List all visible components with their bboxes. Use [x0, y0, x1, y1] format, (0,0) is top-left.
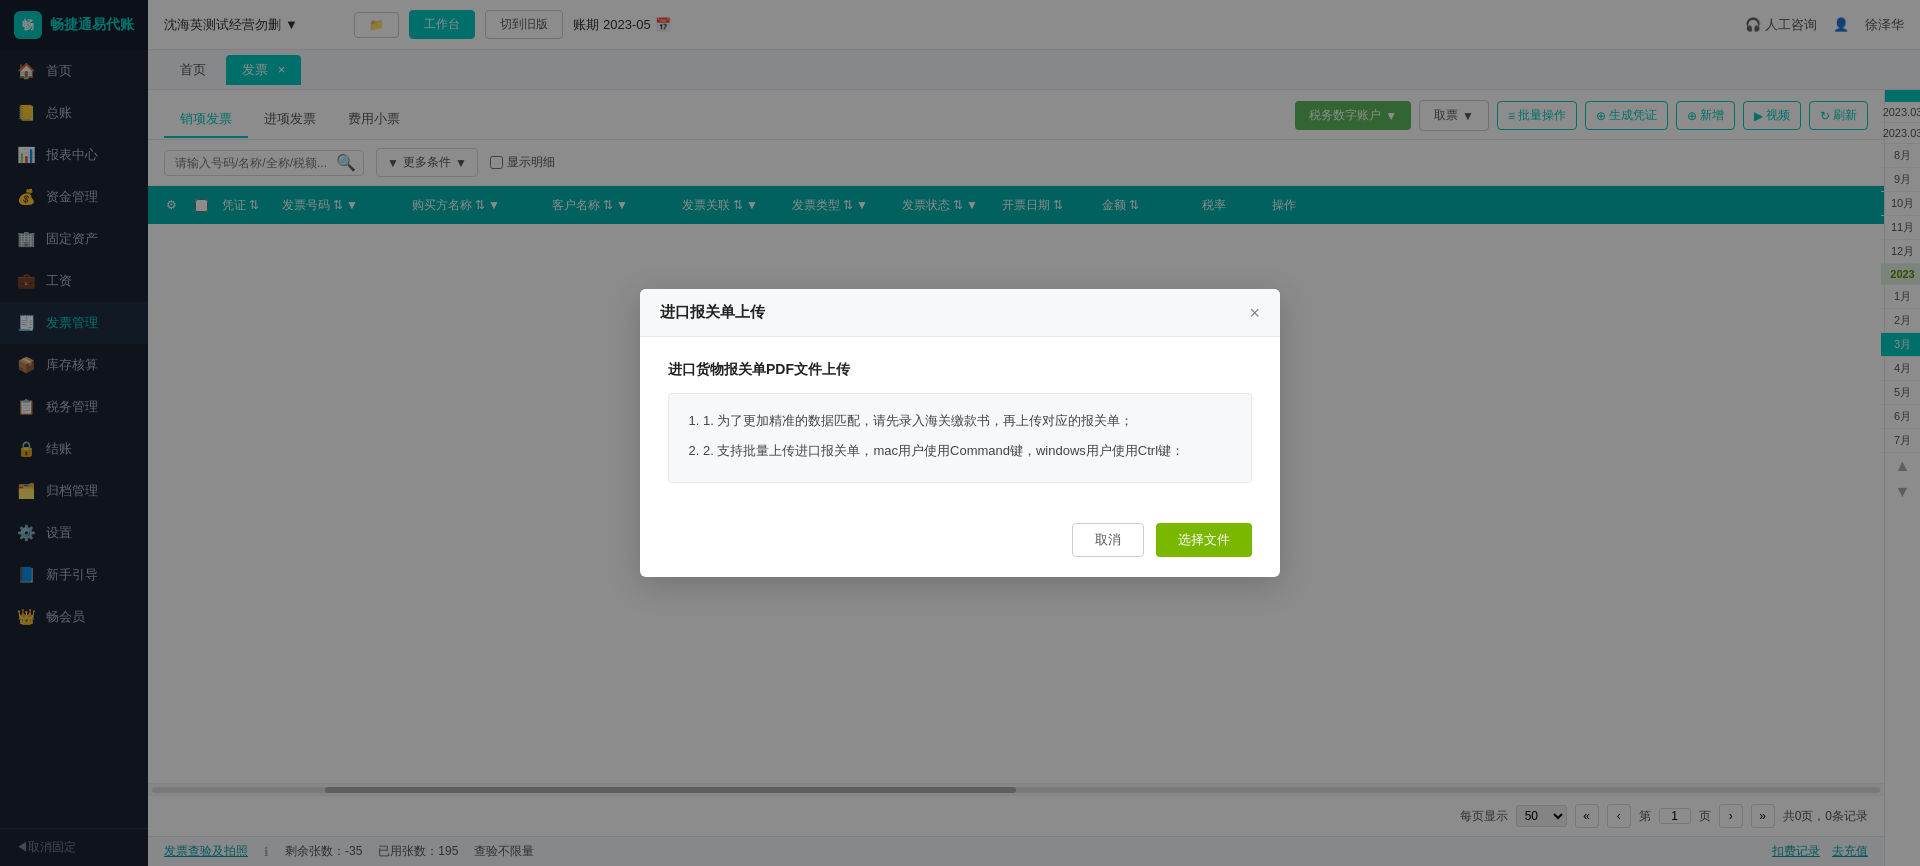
select-file-button[interactable]: 选择文件: [1156, 523, 1252, 557]
modal-info-box: 1. 为了更加精准的数据匹配，请先录入海关缴款书，再上传对应的报关单； 2. 支持…: [668, 393, 1252, 483]
modal-body: 进口货物报关单PDF文件上传 1. 为了更加精准的数据匹配，请先录入海关缴款书，…: [640, 337, 1280, 507]
modal-overlay[interactable]: 进口报关单上传 × 进口货物报关单PDF文件上传 1. 为了更加精准的数据匹配，…: [0, 0, 1920, 866]
modal-header: 进口报关单上传 ×: [640, 289, 1280, 337]
modal-section-title: 进口货物报关单PDF文件上传: [668, 361, 1252, 379]
modal-close-button[interactable]: ×: [1249, 304, 1260, 322]
modal-dialog: 进口报关单上传 × 进口货物报关单PDF文件上传 1. 为了更加精准的数据匹配，…: [640, 289, 1280, 577]
modal-footer: 取消 选择文件: [640, 507, 1280, 577]
modal-info-item: 1. 为了更加精准的数据匹配，请先录入海关缴款书，再上传对应的报关单；: [703, 408, 1233, 434]
modal-title: 进口报关单上传: [660, 303, 765, 322]
cancel-button[interactable]: 取消: [1072, 523, 1144, 557]
modal-info-item: 2. 支持批量上传进口报关单，mac用户使用Command键，windows用户…: [703, 438, 1233, 464]
